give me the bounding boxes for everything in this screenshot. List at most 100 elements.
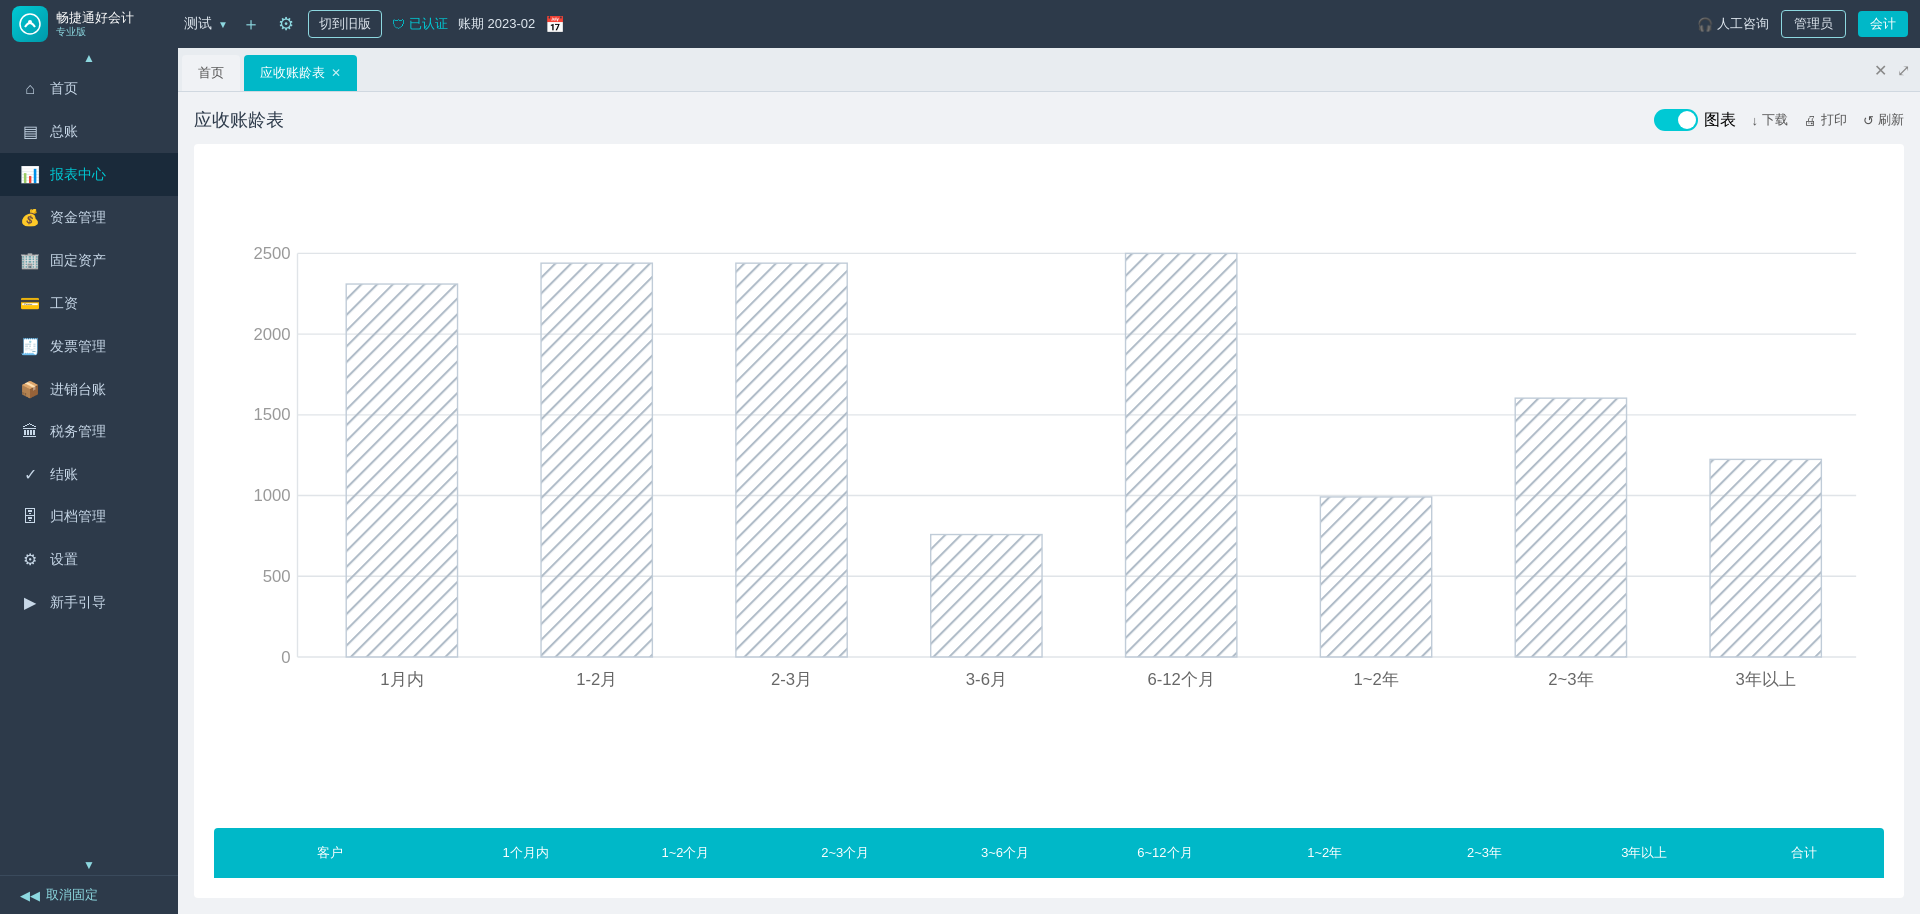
- logo-text: 畅捷通好会计 专业版: [56, 10, 134, 38]
- sidebar-item-tax[interactable]: 🏛 税务管理: [0, 411, 178, 453]
- svg-text:0: 0: [281, 648, 290, 667]
- chart-container: 0 500 1000 1500 2000 2500: [194, 144, 1904, 898]
- tab-home[interactable]: 首页: [182, 55, 240, 91]
- settings-icon: ⚙: [20, 550, 40, 569]
- print-icon: 🖨: [1804, 113, 1817, 128]
- chart-wrapper: 0 500 1000 1500 2000 2500: [214, 164, 1884, 816]
- reports-icon: 📊: [20, 165, 40, 184]
- refresh-icon: ↺: [1863, 113, 1874, 128]
- sidebar-item-label: 发票管理: [50, 338, 106, 356]
- bar-chart: 0 500 1000 1500 2000 2500: [214, 164, 1884, 816]
- invoice-icon: 🧾: [20, 337, 40, 356]
- sidebar-item-label: 税务管理: [50, 423, 106, 441]
- close-tab-icon[interactable]: ✕: [331, 66, 341, 80]
- svg-text:1-2月: 1-2月: [576, 670, 617, 689]
- sidebar-item-label: 首页: [50, 80, 78, 98]
- bar-6-12month: [1126, 253, 1237, 657]
- col-6-12month: 6~12个月: [1085, 828, 1245, 878]
- sidebar-item-purchase[interactable]: 📦 进销台账: [0, 368, 178, 411]
- table-header: 客户 1个月内 1~2个月 2~3个月 3~6个月 6~12个月 1~2年 2~…: [214, 828, 1884, 878]
- sidebar-item-label: 新手引导: [50, 594, 106, 612]
- certified-badge: 🛡 已认证: [392, 15, 448, 33]
- consult-button[interactable]: 🎧 人工咨询: [1697, 15, 1769, 33]
- unpin-icon: ◀◀: [20, 888, 40, 903]
- company-selector[interactable]: 测试 ▼: [184, 15, 228, 33]
- col-customer: 客户: [214, 828, 446, 878]
- sidebar-scroll-up[interactable]: ▲: [0, 48, 178, 68]
- content-area: 首页 应收账龄表 ✕ ✕ ⤢ 应收账龄表 图表: [178, 48, 1920, 914]
- sidebar-item-checkout[interactable]: ✓ 结账: [0, 453, 178, 496]
- sidebar-scroll-down[interactable]: ▼: [0, 855, 178, 875]
- sidebar-item-guide[interactable]: ▶ 新手引导: [0, 581, 178, 624]
- sidebar-item-label: 资金管理: [50, 209, 106, 227]
- bar-3year-plus: [1710, 459, 1821, 657]
- salary-icon: 💳: [20, 294, 40, 313]
- chart-toggle-container[interactable]: 图表: [1654, 109, 1736, 131]
- tab-receivable-aging-label: 应收账龄表: [260, 64, 325, 82]
- sidebar-item-label: 设置: [50, 551, 78, 569]
- chart-toggle[interactable]: [1654, 109, 1698, 131]
- page-actions: 图表 ↓ 下载 🖨 打印 ↺ 刷新: [1654, 109, 1905, 131]
- svg-text:1~2年: 1~2年: [1353, 670, 1398, 689]
- col-3year-plus: 3年以上: [1564, 828, 1724, 878]
- bar-1-2year: [1320, 497, 1431, 657]
- sidebar-item-reports[interactable]: 📊 报表中心: [0, 153, 178, 196]
- sidebar-item-label: 总账: [50, 123, 78, 141]
- funds-icon: 💰: [20, 208, 40, 227]
- sidebar-item-label: 报表中心: [50, 166, 106, 184]
- refresh-button[interactable]: ↺ 刷新: [1863, 111, 1904, 129]
- sidebar-item-home[interactable]: ⌂ 首页: [0, 68, 178, 110]
- shield-icon: 🛡: [392, 17, 405, 32]
- page-content: 应收账龄表 图表 ↓ 下载 🖨 打印 ↺: [178, 92, 1920, 914]
- logo-icon: [12, 6, 48, 42]
- tabs-bar: 首页 应收账龄表 ✕ ✕ ⤢: [178, 48, 1920, 92]
- settings-icon[interactable]: ⚙: [274, 9, 298, 39]
- page-header: 应收账龄表 图表 ↓ 下载 🖨 打印 ↺: [194, 108, 1904, 132]
- page-title: 应收账龄表: [194, 108, 284, 132]
- bar-2-3year: [1515, 398, 1626, 657]
- tab-home-label: 首页: [198, 64, 224, 82]
- checkout-icon: ✓: [20, 465, 40, 484]
- bar-3-6month: [931, 535, 1042, 657]
- col-1-2month: 1~2个月: [606, 828, 766, 878]
- calendar-icon[interactable]: 📅: [545, 15, 565, 34]
- svg-point-1: [28, 20, 32, 24]
- sidebar-item-invoice[interactable]: 🧾 发票管理: [0, 325, 178, 368]
- old-version-button[interactable]: 切到旧版: [308, 10, 382, 38]
- sidebar-item-funds[interactable]: 💰 资金管理: [0, 196, 178, 239]
- sidebar-item-assets[interactable]: 🏢 固定资产: [0, 239, 178, 282]
- sidebar: ▲ ⌂ 首页 ▤ 总账 📊 报表中心 💰 资金管理 🏢 固定资产: [0, 48, 178, 914]
- col-2-3year: 2~3年: [1405, 828, 1565, 878]
- expand-icon[interactable]: ⤢: [1897, 60, 1910, 79]
- add-button[interactable]: ＋: [238, 8, 264, 40]
- sidebar-item-label: 工资: [50, 295, 78, 313]
- assets-icon: 🏢: [20, 251, 40, 270]
- svg-text:2500: 2500: [253, 244, 290, 263]
- sidebar-item-archive[interactable]: 🗄 归档管理: [0, 496, 178, 538]
- sidebar-item-salary[interactable]: 💳 工资: [0, 282, 178, 325]
- download-icon: ↓: [1752, 113, 1759, 128]
- close-panel-icon[interactable]: ✕: [1874, 60, 1887, 79]
- chart-toggle-label: 图表: [1704, 110, 1736, 131]
- sidebar-item-label: 固定资产: [50, 252, 106, 270]
- svg-text:3-6月: 3-6月: [966, 670, 1007, 689]
- archive-icon: 🗄: [20, 508, 40, 526]
- user-button[interactable]: 管理员: [1781, 10, 1846, 38]
- guide-icon: ▶: [20, 593, 40, 612]
- tab-receivable-aging[interactable]: 应收账龄表 ✕: [244, 55, 357, 91]
- ledger-icon: ▤: [20, 122, 40, 141]
- col-total: 合计: [1724, 828, 1884, 878]
- svg-text:2~3年: 2~3年: [1548, 670, 1593, 689]
- col-1-2year: 1~2年: [1245, 828, 1405, 878]
- svg-text:1500: 1500: [253, 405, 290, 424]
- svg-text:6-12个月: 6-12个月: [1148, 670, 1215, 689]
- sidebar-item-settings[interactable]: ⚙ 设置: [0, 538, 178, 581]
- top-bar: 畅捷通好会计 专业版 测试 ▼ ＋ ⚙ 切到旧版 🛡 已认证 账期 2023-0…: [0, 0, 1920, 48]
- logo-area: 畅捷通好会计 专业版: [12, 6, 172, 42]
- role-button[interactable]: 会计: [1858, 11, 1908, 37]
- print-button[interactable]: 🖨 打印: [1804, 111, 1847, 129]
- cancel-fixed-button[interactable]: ◀◀ 取消固定: [0, 875, 178, 914]
- bar-2-3month: [736, 263, 847, 657]
- download-button[interactable]: ↓ 下载: [1752, 111, 1789, 129]
- sidebar-item-ledger[interactable]: ▤ 总账: [0, 110, 178, 153]
